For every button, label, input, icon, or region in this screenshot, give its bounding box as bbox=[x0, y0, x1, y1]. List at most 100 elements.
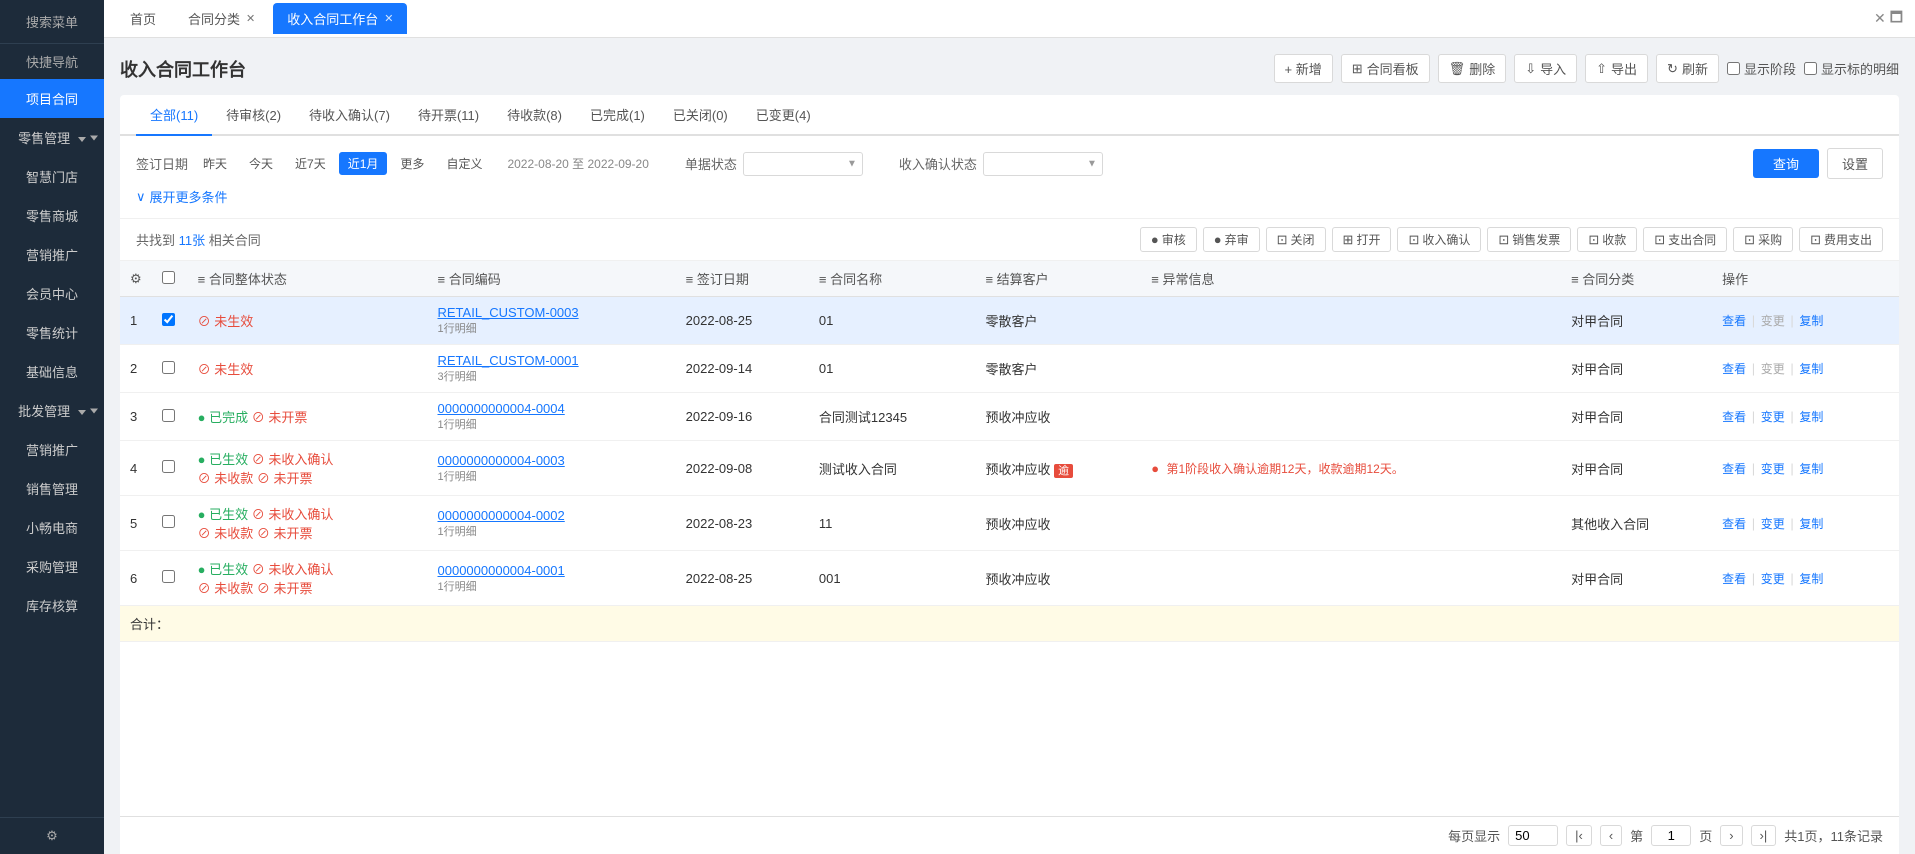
window-restore[interactable]: 🗖 bbox=[1890, 7, 1903, 31]
view-btn-6[interactable]: 查看 bbox=[1722, 572, 1746, 586]
row-checkbox-2[interactable] bbox=[162, 361, 175, 374]
row-checkbox-6[interactable] bbox=[162, 570, 175, 583]
sidebar-item-retail-mall[interactable]: 零售商城 bbox=[0, 196, 104, 235]
sidebar-item-xiaobo[interactable]: 小畅电商 bbox=[0, 508, 104, 547]
close-tab-contract[interactable]: ✕ bbox=[246, 12, 255, 25]
income-confirm-btn[interactable]: ⊡ 收入确认 bbox=[1397, 227, 1481, 252]
sidebar-item-marketing2[interactable]: 营销推广 bbox=[0, 430, 104, 469]
expense-out-button[interactable]: ⊡ 费用支出 bbox=[1799, 227, 1883, 252]
sidebar-item-smart-store[interactable]: 智慧门店 bbox=[0, 157, 104, 196]
row-checkbox-5[interactable] bbox=[162, 515, 175, 528]
purchase-button[interactable]: ⊡ 采购 bbox=[1733, 227, 1793, 252]
sidebar-item-purchase[interactable]: 采购管理 bbox=[0, 547, 104, 586]
contract-link-1[interactable]: RETAIL_CUSTOM-0003 bbox=[438, 305, 579, 320]
refresh-button[interactable]: ↻ 刷新 bbox=[1656, 54, 1719, 83]
date-btn-more[interactable]: 更多 bbox=[391, 152, 433, 175]
row-checkbox-3[interactable] bbox=[162, 409, 175, 422]
filter-tab-pending-invoice[interactable]: 待开票(11) bbox=[404, 95, 493, 136]
change-btn-3[interactable]: 变更 bbox=[1761, 410, 1785, 424]
doc-status-select[interactable] bbox=[743, 152, 863, 176]
close-tab-income[interactable]: ✕ bbox=[384, 12, 393, 25]
sidebar-item-project[interactable]: 项目合同 bbox=[0, 79, 104, 118]
view-btn-4[interactable]: 查看 bbox=[1722, 462, 1746, 476]
sales-invoice-button[interactable]: ⊡ 销售发票 bbox=[1487, 227, 1571, 252]
settings-button[interactable]: ⚙ bbox=[0, 817, 104, 854]
prev-page-button[interactable]: ‹ bbox=[1600, 825, 1622, 846]
contract-link-3[interactable]: 0000000000004-0004 bbox=[438, 401, 565, 416]
view-btn-5[interactable]: 查看 bbox=[1722, 517, 1746, 531]
contract-link-2[interactable]: RETAIL_CUSTOM-0001 bbox=[438, 353, 579, 368]
change-btn-2[interactable]: 变更 bbox=[1761, 362, 1785, 376]
change-btn-6[interactable]: 变更 bbox=[1761, 572, 1785, 586]
date-btn-1month[interactable]: 近1月 bbox=[339, 152, 388, 175]
window-close[interactable]: ✕ bbox=[1874, 10, 1886, 27]
sidebar-nav[interactable]: 快捷导航 bbox=[0, 44, 104, 79]
sidebar-item-inventory[interactable]: 库存核算 bbox=[0, 586, 104, 625]
date-btn-custom[interactable]: 自定义 bbox=[437, 152, 491, 175]
import-button[interactable]: ⇩ 导入 bbox=[1514, 54, 1577, 83]
sidebar-item-wholesale[interactable]: 批发管理 bbox=[0, 391, 104, 430]
expense-contract-button[interactable]: ⊡ 支出合同 bbox=[1643, 227, 1727, 252]
sidebar-item-retail-stats[interactable]: 零售统计 bbox=[0, 313, 104, 352]
payment-button[interactable]: ⊡ 收款 bbox=[1577, 227, 1637, 252]
sidebar-search[interactable]: 搜索菜单 bbox=[0, 0, 104, 44]
delete-button[interactable]: 🗑 删除 bbox=[1438, 54, 1507, 83]
contract-link-6[interactable]: 0000000000004-0001 bbox=[438, 563, 565, 578]
page-size-select[interactable]: 50 10 20 100 bbox=[1508, 825, 1558, 846]
show-stage-input[interactable] bbox=[1727, 62, 1740, 75]
filter-tab-closed[interactable]: 已关闭(0) bbox=[659, 95, 742, 136]
tab-income-workbench[interactable]: 收入合同工作台 ✕ bbox=[273, 3, 407, 34]
filter-tab-pending-payment[interactable]: 待收款(8) bbox=[493, 95, 576, 136]
row-checkbox-4[interactable] bbox=[162, 460, 175, 473]
show-detail-checkbox[interactable]: 显示标的明细 bbox=[1804, 59, 1899, 78]
filter-tab-pending-confirm[interactable]: 待收入确认(7) bbox=[295, 95, 404, 136]
filter-tab-pending-review[interactable]: 待审核(2) bbox=[212, 95, 295, 136]
date-btn-7days[interactable]: 近7天 bbox=[286, 152, 335, 175]
export-button[interactable]: ⇧ 导出 bbox=[1585, 54, 1648, 83]
filter-tab-changed[interactable]: 已变更(4) bbox=[742, 95, 825, 136]
date-btn-yesterday[interactable]: 昨天 bbox=[194, 152, 236, 175]
show-detail-input[interactable] bbox=[1804, 62, 1817, 75]
filter-tab-completed[interactable]: 已完成(1) bbox=[576, 95, 659, 136]
filter-tab-all[interactable]: 全部(11) bbox=[136, 95, 212, 136]
contract-link-5[interactable]: 0000000000004-0002 bbox=[438, 508, 565, 523]
abandon-review-button[interactable]: ● 弃审 bbox=[1203, 227, 1260, 252]
sidebar-item-member[interactable]: 会员中心 bbox=[0, 274, 104, 313]
table-scroll[interactable]: ⚙ ≡ 合同整体状态 ≡ 合同编码 ≡ 签订日期 ≡ 合同名称 ≡ 结算客户 ≡… bbox=[120, 261, 1899, 816]
review-button[interactable]: ● 审核 bbox=[1140, 227, 1197, 252]
select-all-checkbox[interactable] bbox=[162, 271, 175, 284]
page-input[interactable] bbox=[1651, 825, 1691, 846]
sidebar-item-marketing[interactable]: 营销推广 bbox=[0, 235, 104, 274]
last-page-button[interactable]: ›| bbox=[1751, 825, 1777, 846]
copy-btn-4[interactable]: 复制 bbox=[1799, 462, 1823, 476]
next-page-button[interactable]: › bbox=[1720, 825, 1742, 846]
change-btn-4[interactable]: 变更 bbox=[1761, 462, 1785, 476]
query-button[interactable]: 查询 bbox=[1753, 149, 1819, 178]
row-checkbox-1[interactable] bbox=[162, 313, 175, 326]
copy-btn-3[interactable]: 复制 bbox=[1799, 410, 1823, 424]
copy-btn-1[interactable]: 复制 bbox=[1799, 314, 1823, 328]
first-page-button[interactable]: |‹ bbox=[1566, 825, 1592, 846]
view-btn-2[interactable]: 查看 bbox=[1722, 362, 1746, 376]
copy-btn-5[interactable]: 复制 bbox=[1799, 517, 1823, 531]
sidebar-item-base-info[interactable]: 基础信息 bbox=[0, 352, 104, 391]
income-confirm-select[interactable] bbox=[983, 152, 1103, 176]
close-contract-button[interactable]: ⊡ 关闭 bbox=[1266, 227, 1326, 252]
tab-contract-category[interactable]: 合同分类 ✕ bbox=[174, 3, 269, 34]
dashboard-button[interactable]: ⊞ 合同看板 bbox=[1341, 54, 1430, 83]
show-stage-checkbox[interactable]: 显示阶段 bbox=[1727, 59, 1796, 78]
date-btn-today[interactable]: 今天 bbox=[240, 152, 282, 175]
new-button[interactable]: + 新增 bbox=[1274, 54, 1333, 83]
copy-btn-2[interactable]: 复制 bbox=[1799, 362, 1823, 376]
open-contract-button[interactable]: ⊞ 打开 bbox=[1332, 227, 1392, 252]
change-btn-1[interactable]: 变更 bbox=[1761, 314, 1785, 328]
tab-home[interactable]: 首页 bbox=[116, 3, 170, 34]
view-btn-3[interactable]: 查看 bbox=[1722, 410, 1746, 424]
sidebar-item-sales-mgmt[interactable]: 销售管理 bbox=[0, 469, 104, 508]
copy-btn-6[interactable]: 复制 bbox=[1799, 572, 1823, 586]
change-btn-5[interactable]: 变更 bbox=[1761, 517, 1785, 531]
set-button[interactable]: 设置 bbox=[1827, 148, 1883, 179]
expand-conditions-button[interactable]: ∨ 展开更多条件 bbox=[136, 187, 228, 206]
view-btn-1[interactable]: 查看 bbox=[1722, 314, 1746, 328]
sidebar-item-retail-mgmt[interactable]: 零售管理 bbox=[0, 118, 104, 157]
